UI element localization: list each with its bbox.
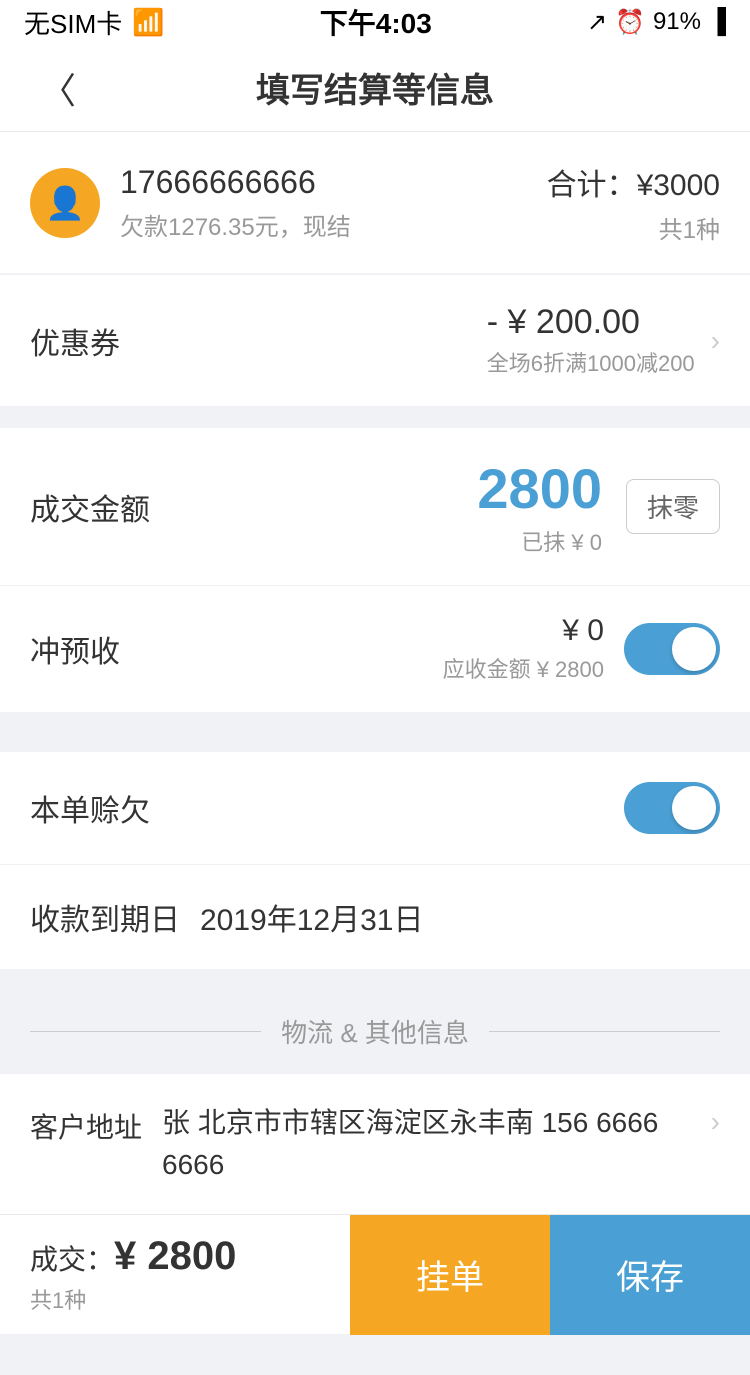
- amount-label: 成交金额: [30, 485, 150, 529]
- deal-label: 成交：: [30, 1244, 114, 1275]
- save-button[interactable]: 保存: [550, 1215, 750, 1335]
- sim-status: 无SIM卡: [24, 4, 122, 41]
- bottom-summary: 成交：¥ 2800 共1种: [0, 1234, 350, 1315]
- customer-info: 17666666666 欠款1276.35元，现结: [120, 164, 351, 242]
- avatar: 👤: [30, 168, 100, 238]
- battery-level: 91%: [653, 8, 701, 36]
- status-right: ↗ ⏰ 91% ▐: [587, 8, 726, 37]
- coupon-desc: 全场6折满1000减200: [487, 346, 695, 378]
- prepay-sub-amount: 应收金额 ¥ 2800: [443, 652, 604, 684]
- debt-label: 本单赊欠: [30, 786, 150, 830]
- hold-button[interactable]: 挂单: [350, 1215, 550, 1335]
- address-value: 张 北京市市辖区海淀区永丰南 156 6666 6666: [162, 1102, 691, 1186]
- duedate-label: 收款到期日: [30, 895, 180, 939]
- debt-toggle-thumb: [672, 786, 716, 830]
- total-amount: 合计：¥3000: [547, 160, 720, 204]
- prepay-toggle[interactable]: [624, 623, 720, 675]
- page-title: 填写结算等信息: [256, 63, 494, 112]
- amount-sub: 已抹 ¥ 0: [477, 525, 602, 557]
- status-time: 下午4:03: [320, 2, 432, 42]
- debt-toggle[interactable]: [624, 782, 720, 834]
- logistics-line-right: [489, 1031, 720, 1032]
- prepay-amount: ¥ 0 应收金额 ¥ 2800: [443, 614, 604, 684]
- coupon-right: - ¥ 200.00 全场6折满1000减200 ›: [487, 303, 720, 378]
- deal-amount: ¥ 2800: [114, 1234, 236, 1278]
- wifi-icon: 📶: [132, 7, 164, 38]
- status-left: 无SIM卡 📶: [24, 4, 165, 41]
- total-value: ¥3000: [637, 169, 720, 202]
- logistics-text: 物流 & 其他信息: [281, 1013, 469, 1050]
- status-bar: 无SIM卡 📶 下午4:03 ↗ ⏰ 91% ▐: [0, 0, 750, 44]
- duedate-value: 2019年12月31日: [200, 895, 423, 939]
- prepay-label: 冲预收: [30, 627, 120, 671]
- location-icon: ↗: [587, 8, 607, 37]
- divider-1: [0, 408, 750, 428]
- amount-section: 成交金额 2800 已抹 ¥ 0 抹零: [0, 428, 750, 586]
- amount-value: 2800: [477, 456, 602, 521]
- coupon-label: 优惠券: [30, 319, 120, 363]
- deal-row: 成交：¥ 2800: [30, 1234, 320, 1279]
- customer-section: 👤 17666666666 欠款1276.35元，现结 合计：¥3000 共1种: [0, 132, 750, 273]
- deal-count: 共1种: [30, 1283, 320, 1315]
- logistics-header: 物流 & 其他信息: [0, 989, 750, 1074]
- item-count: 共1种: [547, 210, 720, 245]
- prepay-right: ¥ 0 应收金额 ¥ 2800: [443, 614, 720, 684]
- total-label: 合计：: [547, 169, 637, 202]
- address-chevron-icon: ›: [711, 1106, 720, 1138]
- bottom-bar: 成交：¥ 2800 共1种 挂单 保存: [0, 1214, 750, 1334]
- coupon-row[interactable]: 优惠券 - ¥ 200.00 全场6折满1000减200 ›: [0, 275, 750, 406]
- divider-3: [0, 969, 750, 989]
- battery-icon: ▐: [709, 8, 726, 36]
- duedate-section: 收款到期日 2019年12月31日: [0, 865, 750, 969]
- alarm-icon: ⏰: [615, 8, 645, 37]
- customer-total: 合计：¥3000 共1种: [547, 160, 720, 245]
- prepay-section: 冲预收 ¥ 0 应收金额 ¥ 2800: [0, 586, 750, 712]
- debt-section: 本单赊欠: [0, 752, 750, 865]
- address-section[interactable]: 客户地址 张 北京市市辖区海淀区永丰南 156 6666 6666 ›: [0, 1074, 750, 1215]
- divider-2: [0, 712, 750, 732]
- customer-left: 👤 17666666666 欠款1276.35元，现结: [30, 164, 351, 242]
- header: 〈 填写结算等信息: [0, 44, 750, 132]
- avatar-icon: 👤: [45, 184, 85, 222]
- round-button[interactable]: 抹零: [626, 479, 720, 534]
- coupon-chevron-icon: ›: [711, 325, 720, 357]
- coupon-discount: - ¥ 200.00: [487, 303, 695, 342]
- logistics-line-left: [30, 1031, 261, 1032]
- back-button[interactable]: 〈: [30, 52, 86, 124]
- address-label: 客户地址: [30, 1106, 142, 1146]
- amount-right: 2800 已抹 ¥ 0 抹零: [477, 456, 720, 557]
- prepay-main-amount: ¥ 0: [443, 614, 604, 648]
- toggle-thumb: [672, 627, 716, 671]
- customer-phone: 17666666666: [120, 164, 351, 201]
- customer-debt: 欠款1276.35元，现结: [120, 207, 351, 242]
